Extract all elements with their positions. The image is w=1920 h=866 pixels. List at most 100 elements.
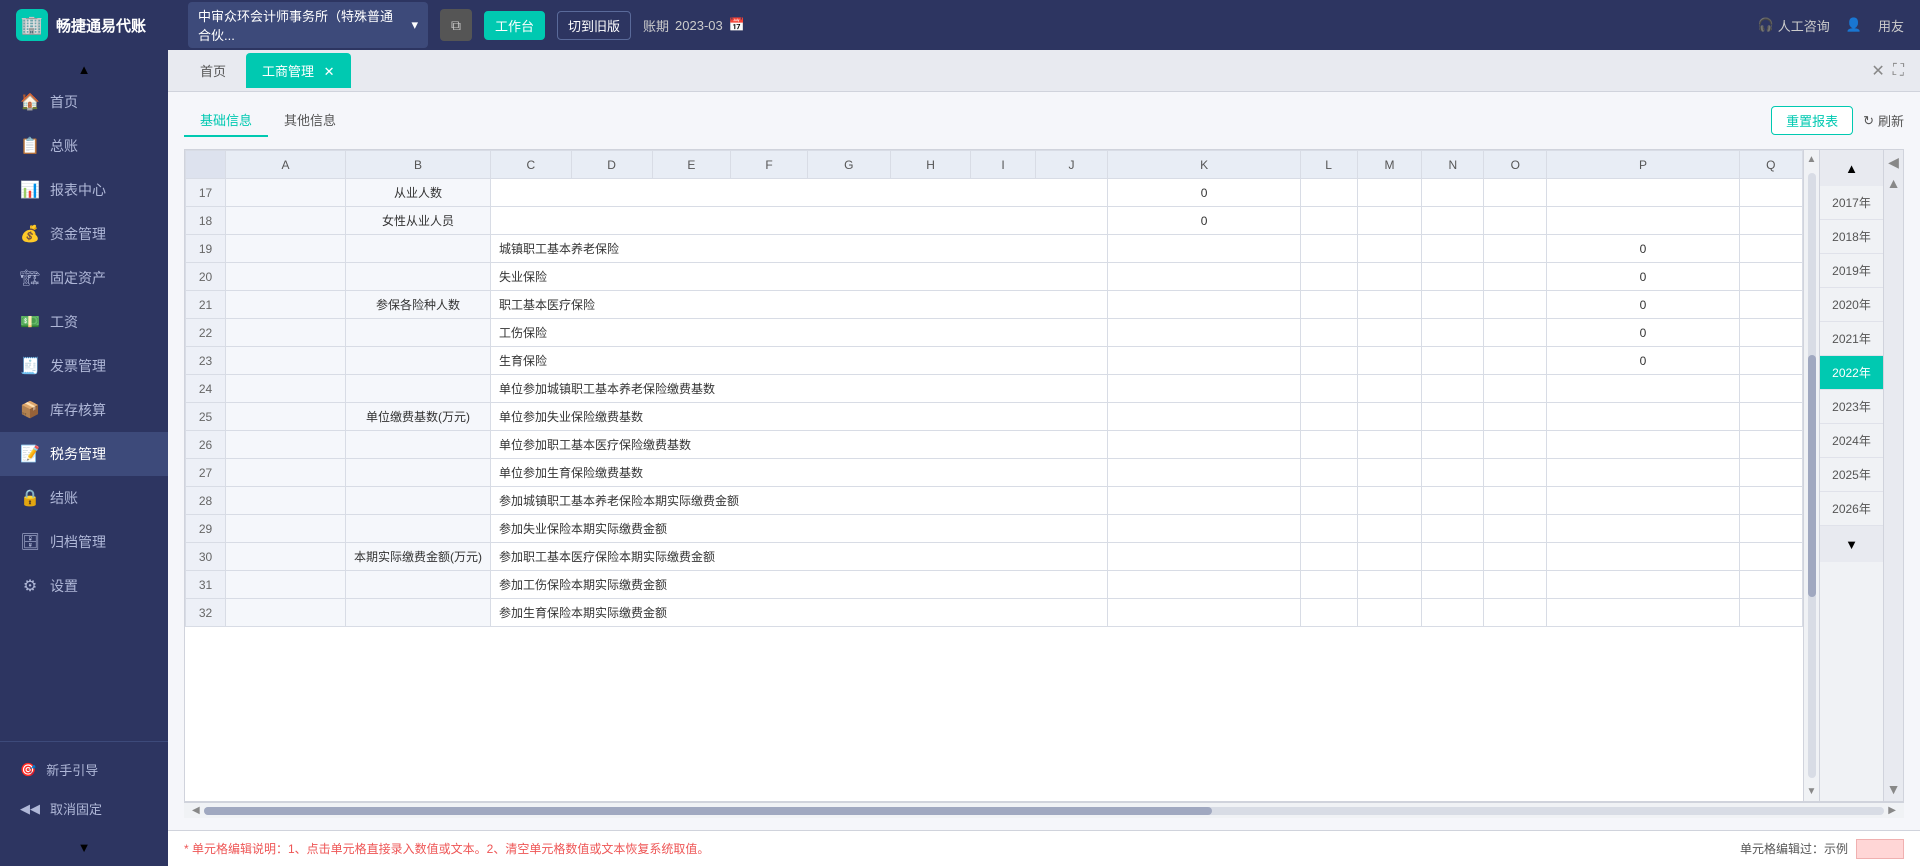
cell-29-m[interactable] xyxy=(1357,515,1422,543)
cell-31-q[interactable] xyxy=(1739,571,1802,599)
cell-27-q[interactable] xyxy=(1739,459,1802,487)
cell-17-l[interactable] xyxy=(1300,179,1357,207)
cell-17-c[interactable] xyxy=(491,179,1108,207)
cell-29-k[interactable] xyxy=(1108,515,1300,543)
cell-24-m[interactable] xyxy=(1357,375,1422,403)
tab-home[interactable]: 首页 xyxy=(184,53,242,88)
sidebar-item-finance[interactable]: 💰 资金管理 xyxy=(0,212,168,256)
cell-18-p[interactable] xyxy=(1547,207,1739,235)
cell-30-b[interactable]: 本期实际缴费金额(万元) xyxy=(346,543,491,571)
cell-30-o[interactable] xyxy=(1484,543,1547,571)
cell-19-n[interactable] xyxy=(1422,235,1484,263)
cell-32-m[interactable] xyxy=(1357,599,1422,627)
cell-26-p[interactable] xyxy=(1547,431,1739,459)
cell-20-o[interactable] xyxy=(1484,263,1547,291)
cell-27-m[interactable] xyxy=(1357,459,1422,487)
subtab-other[interactable]: 其他信息 xyxy=(268,104,352,137)
sidebar-scroll-down[interactable]: ▼ xyxy=(0,836,168,858)
cell-31-l[interactable] xyxy=(1300,571,1357,599)
cell-31-o[interactable] xyxy=(1484,571,1547,599)
sidebar-item-home[interactable]: 🏠 首页 xyxy=(0,80,168,124)
cell-24-o[interactable] xyxy=(1484,375,1547,403)
calendar-icon[interactable]: 📅 xyxy=(729,17,745,33)
vscroll-down[interactable]: ▼ xyxy=(1807,782,1817,801)
cell-31-p[interactable] xyxy=(1547,571,1739,599)
cell-21-a[interactable] xyxy=(226,291,346,319)
cell-26-o[interactable] xyxy=(1484,431,1547,459)
cell-25-o[interactable] xyxy=(1484,403,1547,431)
year-item-2024[interactable]: 2024年 xyxy=(1820,424,1883,458)
sidebar-item-close[interactable]: 🔒 结账 xyxy=(0,476,168,520)
cell-32-q[interactable] xyxy=(1739,599,1802,627)
cell-28-n[interactable] xyxy=(1422,487,1484,515)
cell-17-n[interactable] xyxy=(1422,179,1484,207)
cell-32-a[interactable] xyxy=(226,599,346,627)
cell-24-n[interactable] xyxy=(1422,375,1484,403)
cell-20-b[interactable] xyxy=(346,263,491,291)
horizontal-scrollbar[interactable]: ◀ ▶ xyxy=(184,802,1904,818)
cell-19-p[interactable]: 0 xyxy=(1547,235,1739,263)
cell-26-l[interactable] xyxy=(1300,431,1357,459)
cell-28-b[interactable] xyxy=(346,487,491,515)
vertical-scrollbar[interactable]: ▲ ▼ xyxy=(1803,150,1819,801)
cell-20-l[interactable] xyxy=(1300,263,1357,291)
cell-21-c[interactable]: 职工基本医疗保险 xyxy=(491,291,1108,319)
cell-24-k[interactable] xyxy=(1108,375,1300,403)
spreadsheet-scroll[interactable]: A B C D E F G H I J K L xyxy=(185,150,1803,801)
cell-18-a[interactable] xyxy=(226,207,346,235)
sidebar-item-settings[interactable]: ⚙ 设置 xyxy=(0,564,168,608)
cell-22-q[interactable] xyxy=(1739,319,1802,347)
cell-21-p[interactable]: 0 xyxy=(1547,291,1739,319)
cell-23-a[interactable] xyxy=(226,347,346,375)
cell-26-m[interactable] xyxy=(1357,431,1422,459)
cell-28-p[interactable] xyxy=(1547,487,1739,515)
cell-28-m[interactable] xyxy=(1357,487,1422,515)
cell-24-a[interactable] xyxy=(226,375,346,403)
cell-31-c[interactable]: 参加工伤保险本期实际缴费金额 xyxy=(491,571,1108,599)
cell-27-l[interactable] xyxy=(1300,459,1357,487)
sidebar-item-assets[interactable]: 🏗 固定资产 xyxy=(0,256,168,300)
cell-31-k[interactable] xyxy=(1108,571,1300,599)
vscroll-track[interactable] xyxy=(1808,173,1816,778)
cell-26-k[interactable] xyxy=(1108,431,1300,459)
cell-27-o[interactable] xyxy=(1484,459,1547,487)
cell-20-m[interactable] xyxy=(1357,263,1422,291)
cell-18-b[interactable]: 女性从业人员 xyxy=(346,207,491,235)
cell-30-a[interactable] xyxy=(226,543,346,571)
cell-27-n[interactable] xyxy=(1422,459,1484,487)
tab-close-icon[interactable]: ✕ xyxy=(324,64,335,79)
year-item-2019[interactable]: 2019年 xyxy=(1820,254,1883,288)
cell-21-b[interactable]: 参保各险种人数 xyxy=(346,291,491,319)
cell-31-b[interactable] xyxy=(346,571,491,599)
cell-32-l[interactable] xyxy=(1300,599,1357,627)
cell-23-o[interactable] xyxy=(1484,347,1547,375)
copy-icon-btn[interactable]: ⧉ xyxy=(440,9,472,41)
year-panel-down[interactable]: ▼ xyxy=(1820,526,1883,562)
sidebar-item-invoice[interactable]: 🧾 发票管理 xyxy=(0,344,168,388)
cell-22-a[interactable] xyxy=(226,319,346,347)
cell-20-p[interactable]: 0 xyxy=(1547,263,1739,291)
cell-32-c[interactable]: 参加生育保险本期实际缴费金额 xyxy=(491,599,1108,627)
cell-17-p[interactable] xyxy=(1547,179,1739,207)
cell-30-k[interactable] xyxy=(1108,543,1300,571)
sidebar-item-salary[interactable]: 💵 工资 xyxy=(0,300,168,344)
cell-21-l[interactable] xyxy=(1300,291,1357,319)
cell-28-l[interactable] xyxy=(1300,487,1357,515)
cell-28-k[interactable] xyxy=(1108,487,1300,515)
cell-17-q[interactable] xyxy=(1739,179,1802,207)
cell-17-m[interactable] xyxy=(1357,179,1422,207)
cell-25-p[interactable] xyxy=(1547,403,1739,431)
sidebar-item-unpin[interactable]: ◀◀ 取消固定 xyxy=(0,789,168,828)
cell-19-k[interactable] xyxy=(1108,235,1300,263)
year-panel-up[interactable]: ▲ xyxy=(1820,150,1883,186)
cell-32-b[interactable] xyxy=(346,599,491,627)
cell-23-n[interactable] xyxy=(1422,347,1484,375)
cell-30-c[interactable]: 参加职工基本医疗保险本期实际缴费金额 xyxy=(491,543,1108,571)
cell-23-q[interactable] xyxy=(1739,347,1802,375)
expand-btn[interactable]: ▼ xyxy=(1887,781,1901,797)
cell-21-k[interactable] xyxy=(1108,291,1300,319)
cell-27-a[interactable] xyxy=(226,459,346,487)
cell-22-o[interactable] xyxy=(1484,319,1547,347)
subtab-basic[interactable]: 基础信息 xyxy=(184,104,268,137)
sidebar-scroll-up[interactable]: ▲ xyxy=(0,58,168,80)
